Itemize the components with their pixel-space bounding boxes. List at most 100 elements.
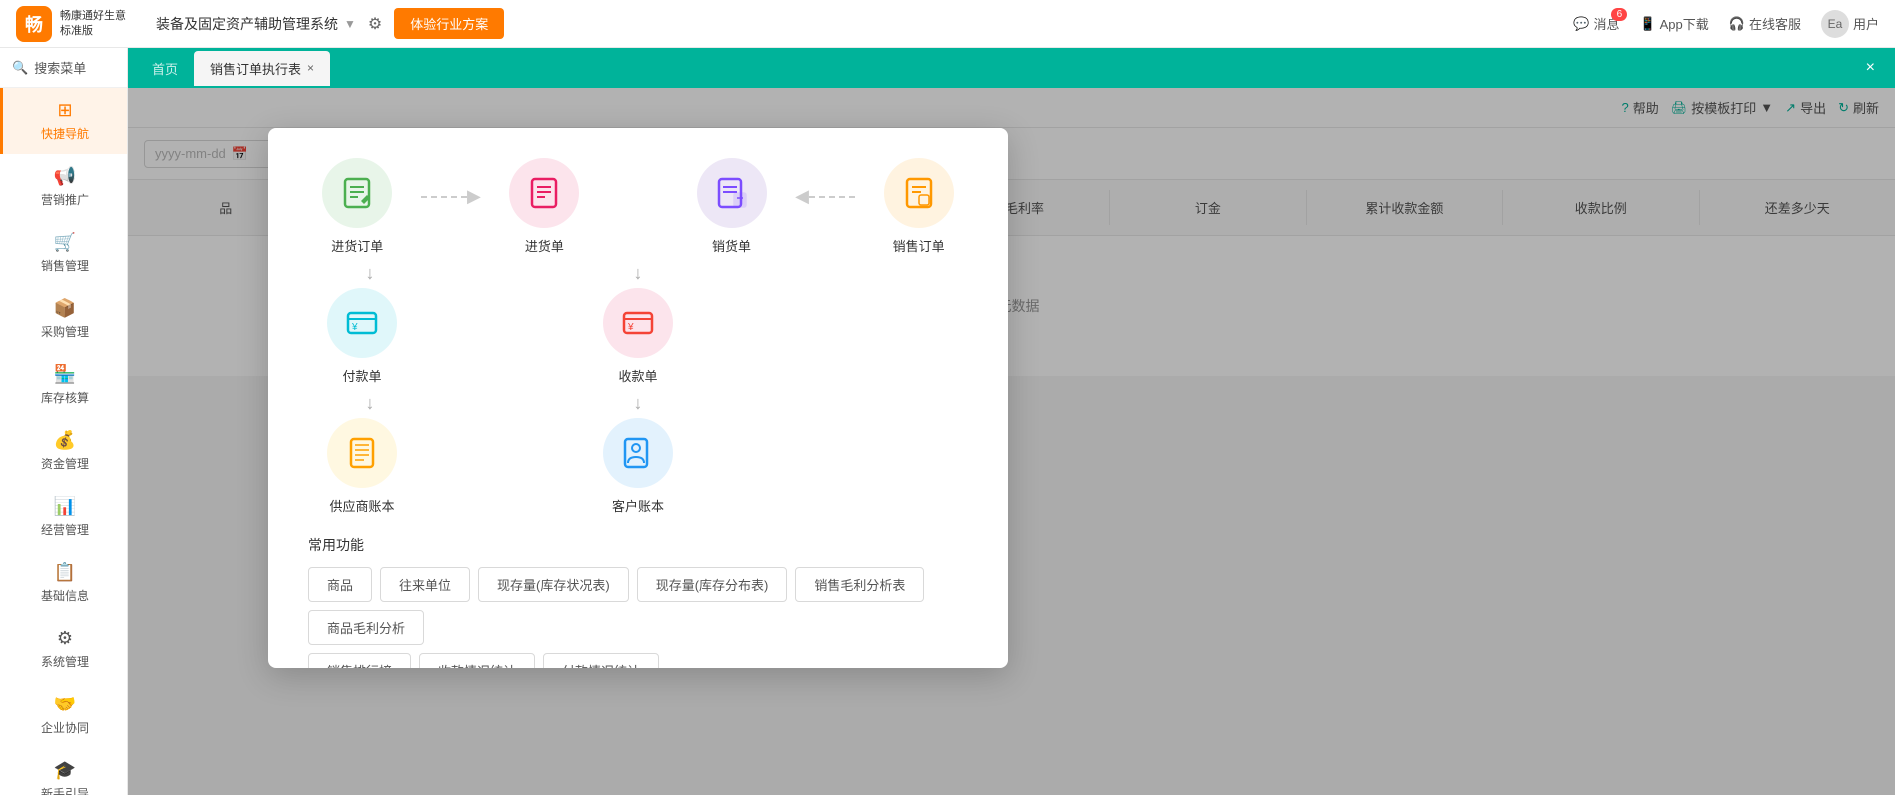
logo-area: 畅 畅康通好生意 标准版 [16, 6, 144, 42]
sys-title-container: 装备及固定资产辅助管理系统 ▼ [156, 14, 356, 34]
svg-text:¥: ¥ [627, 322, 634, 333]
sidebar-item-system[interactable]: ⚙ 系统管理 [0, 616, 127, 682]
flow-modal: 进货订单 ▶ [268, 128, 1008, 668]
func-btn-inventory-dist[interactable]: 现存量(库存分布表) [637, 567, 788, 602]
flow-node-supplier-ledger[interactable]: 供应商账本 [327, 418, 397, 515]
content-area: 首页 销售订单执行表 × × ? 帮助 🖨 按 [128, 48, 1895, 795]
flow-row-2: ¥ 付款单 ¥ 收款单 [308, 288, 968, 385]
sidebar-item-label: 营销推广 [41, 191, 89, 208]
sidebar-item-sales[interactable]: 🛒 销售管理 [0, 220, 127, 286]
common-functions-title: 常用功能 [308, 535, 968, 555]
tab-bar: 首页 销售订单执行表 × × [128, 48, 1895, 88]
logo-char: 畅 [25, 11, 43, 37]
flow-node-purchase-order[interactable]: 进货订单 [322, 158, 392, 255]
flow-node-sales-order[interactable]: 销售订单 [884, 158, 954, 255]
modal-overlay[interactable]: 进货订单 ▶ [128, 88, 1895, 795]
top-right-actions: 💬 消息 6 📱 App下载 🎧 在线客服 Ea 用户 [1573, 10, 1879, 38]
sidebar-item-label: 经营管理 [41, 521, 89, 538]
func-btn-goods-gross[interactable]: 商品毛利分析 [308, 610, 424, 645]
sales-order-label: 销售订单 [893, 236, 945, 255]
flow-node-receipt[interactable]: ¥ 收款单 [603, 288, 673, 385]
top-bar: 畅 畅康通好生意 标准版 装备及固定资产辅助管理系统 ▼ ⚙ 体验行业方案 💬 … [0, 0, 1895, 48]
flow-node-sales-invoice[interactable]: 销货单 [697, 158, 767, 255]
system-icon: ⚙ [57, 628, 73, 649]
logo-line1: 畅康通好生意 [60, 9, 126, 23]
trial-button[interactable]: 体验行业方案 [394, 8, 504, 39]
purchase-order-circle [322, 158, 392, 228]
sidebar-item-newbie[interactable]: 🎓 新手引导 [0, 748, 127, 795]
modal-content: 进货订单 ▶ [268, 128, 1008, 668]
message-button[interactable]: 💬 消息 6 [1573, 14, 1619, 33]
flow-row-3: 供应商账本 客户账本 [308, 418, 968, 515]
sidebar-item-enterprise[interactable]: 🤝 企业协同 [0, 682, 127, 748]
sidebar-item-label: 库存核算 [41, 389, 89, 406]
tab-close-icon[interactable]: × [307, 61, 314, 75]
svg-text:¥: ¥ [351, 322, 358, 333]
func-btn-payment-stats[interactable]: 付款情况统计 [543, 653, 659, 668]
sales-invoice-circle [697, 158, 767, 228]
user-label: 用户 [1853, 14, 1879, 33]
supplier-ledger-circle [327, 418, 397, 488]
purchase-icon: 📦 [54, 298, 76, 319]
receipt-label: 收款单 [618, 366, 657, 385]
purchase-order-label: 进货订单 [331, 236, 383, 255]
flow-node-payment[interactable]: ¥ 付款单 [327, 288, 397, 385]
sales-order-circle [884, 158, 954, 228]
inventory-icon: 🏪 [54, 364, 76, 385]
func-btn-sales-rank[interactable]: 销售排行榜 [308, 653, 411, 668]
flow-arrows-down-1: ↓ ↓ [308, 263, 968, 284]
sidebar-item-marketing[interactable]: 📢 营销推广 [0, 154, 127, 220]
purchase-circle [509, 158, 579, 228]
arrow-down-payment: ↓ [335, 393, 405, 414]
customer-ledger-label: 客户账本 [612, 496, 664, 515]
func-btn-goods[interactable]: 商品 [308, 567, 372, 602]
operations-icon: 📊 [54, 496, 76, 517]
flow-node-customer-ledger[interactable]: 客户账本 [603, 418, 673, 515]
page-content: ? 帮助 🖨 按模板打印 ▼ ↗ 导出 ↻ 刷新 [128, 88, 1895, 795]
service-icon: 🎧 [1729, 16, 1745, 32]
close-all-icon[interactable]: × [1854, 55, 1887, 81]
online-service-button[interactable]: 🎧 在线客服 [1729, 14, 1801, 33]
settings-icon[interactable]: ⚙ [368, 14, 382, 34]
sidebar-item-label: 新手引导 [41, 785, 89, 795]
sidebar: 🔍 搜索菜单 ⊞ 快捷导航 📢 营销推广 🛒 销售管理 📦 采购管理 🏪 [0, 48, 128, 795]
sidebar-item-inventory[interactable]: 🏪 库存核算 [0, 352, 127, 418]
finance-icon: 💰 [54, 430, 76, 451]
arrow-down-receipt: ↓ [603, 393, 673, 414]
arrow-po-to-p: ▶ [421, 186, 481, 207]
marketing-icon: 📢 [54, 166, 76, 187]
flow-node-purchase[interactable]: 进货单 [509, 158, 579, 255]
sidebar-item-finance[interactable]: 💰 资金管理 [0, 418, 127, 484]
sidebar-item-purchase[interactable]: 📦 采购管理 [0, 286, 127, 352]
func-btn-receipt-stats[interactable]: 收款情况统计 [419, 653, 535, 668]
payment-label: 付款单 [342, 366, 381, 385]
func-btn-counterpart[interactable]: 往来单位 [380, 567, 470, 602]
func-btn-inventory-status[interactable]: 现存量(库存状况表) [478, 567, 629, 602]
enterprise-icon: 🤝 [54, 694, 76, 715]
func-buttons-row1: 商品 往来单位 现存量(库存状况表) 现存量(库存分布表) 销售毛利分析表 商品… [308, 567, 968, 645]
flow-row-1: 进货订单 ▶ [308, 158, 968, 255]
tab-sales-order[interactable]: 销售订单执行表 × [194, 51, 330, 86]
user-menu[interactable]: Ea 用户 [1821, 10, 1879, 38]
supplier-ledger-label: 供应商账本 [329, 496, 394, 515]
common-functions: 常用功能 商品 往来单位 现存量(库存状况表) 现存量(库存分布表) 销售毛利分… [308, 535, 968, 668]
sidebar-item-label: 销售管理 [41, 257, 89, 274]
tab-home[interactable]: 首页 [136, 51, 194, 86]
sales-icon: 🛒 [54, 232, 76, 253]
flow-arrows-down-2: ↓ ↓ [308, 393, 968, 414]
logo-text: 畅康通好生意 标准版 [60, 9, 126, 38]
online-service-label: 在线客服 [1749, 14, 1801, 33]
sidebar-item-operations[interactable]: 📊 经营管理 [0, 484, 127, 550]
message-icon: 💬 [1573, 16, 1589, 32]
sidebar-item-basic-info[interactable]: 📋 基础信息 [0, 550, 127, 616]
basic-info-icon: 📋 [54, 562, 76, 583]
sidebar-search[interactable]: 🔍 搜索菜单 [0, 48, 127, 88]
app-download-button[interactable]: 📱 App下载 [1639, 14, 1708, 33]
avatar-text: Ea [1828, 17, 1843, 31]
sidebar-item-quick-nav[interactable]: ⊞ 快捷导航 [0, 88, 127, 154]
sidebar-search-label: 搜索菜单 [34, 58, 86, 77]
avatar: Ea [1821, 10, 1849, 38]
sidebar-item-label: 采购管理 [41, 323, 89, 340]
func-btn-sales-gross[interactable]: 销售毛利分析表 [795, 567, 924, 602]
sys-title-dropdown-icon[interactable]: ▼ [344, 17, 356, 31]
